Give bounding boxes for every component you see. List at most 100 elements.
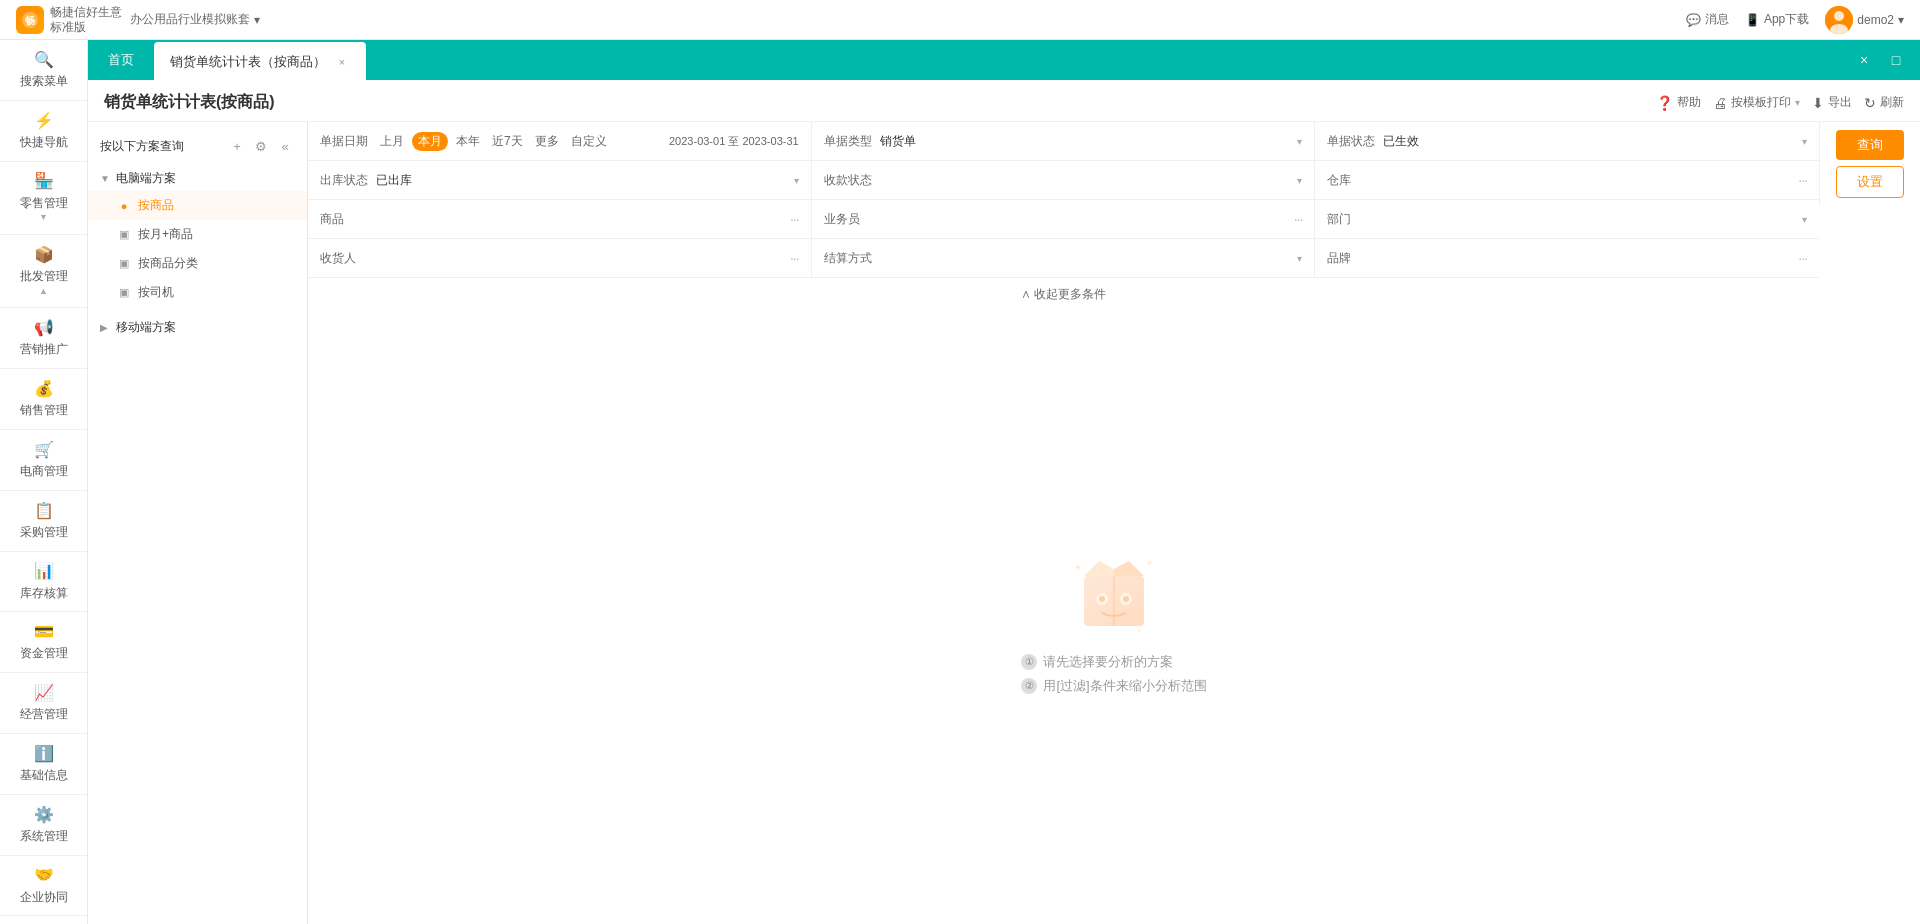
settlement-dropdown-icon[interactable]: ▾ — [1297, 253, 1302, 264]
query-button[interactable]: 查询 — [1836, 130, 1904, 160]
sidebar-item-wholesale[interactable]: 📦 批发管理 ▲ — [0, 235, 87, 308]
app-icon: 📱 — [1745, 13, 1760, 27]
sidebar-item-marketing[interactable]: 📢 营销推广 — [0, 308, 87, 369]
payment-status-dropdown-icon[interactable]: ▾ — [1297, 175, 1302, 186]
svg-point-10 — [1123, 596, 1129, 602]
window-max-btn[interactable]: □ — [1884, 48, 1908, 72]
payment-status-value-area[interactable]: ▾ — [880, 175, 1303, 186]
setting-button[interactable]: 设置 — [1836, 166, 1904, 198]
sidebar-item-operations[interactable]: 📈 经营管理 — [0, 673, 87, 734]
settlement-icons: ▾ — [1297, 253, 1302, 264]
date-prev-month-btn[interactable]: 上月 — [376, 132, 408, 151]
message-btn[interactable]: 💬 消息 — [1686, 11, 1729, 28]
sidebar-item-retail[interactable]: 🏪 零售管理 ▼ — [0, 162, 87, 235]
scheme-group-desktop-header[interactable]: ▼ 电脑端方案 — [88, 166, 307, 191]
dept-value-area[interactable]: ▾ — [1381, 214, 1807, 225]
sidebar-item-finance[interactable]: 💳 资金管理 — [0, 612, 87, 673]
right-area: 单据日期 上月 本月 本年 近7天 更多 自定义 — [308, 122, 1920, 924]
filter-row-2: 出库状态 已出库 ▾ 收款状态 — [308, 161, 1819, 200]
warehouse-status-dropdown-icon[interactable]: ▾ — [794, 175, 799, 186]
tab-close-btn[interactable]: × — [334, 54, 350, 70]
hint2-num: ② — [1021, 678, 1037, 694]
window-close-btn[interactable]: × — [1852, 48, 1876, 72]
settlement-value-area[interactable]: ▾ — [880, 253, 1303, 264]
scheme-item-by-product[interactable]: ● 按商品 — [88, 191, 307, 220]
svg-text:✦: ✦ — [1136, 627, 1142, 634]
brand-more-icon[interactable]: ··· — [1798, 250, 1807, 266]
empty-hint-1: ① 请先选择要分析的方案 — [1021, 653, 1173, 671]
print-icon: 🖨 — [1713, 95, 1727, 111]
industry-dropdown[interactable]: 办公用品行业模拟账套 ▾ — [130, 11, 260, 28]
receiver-more-icon[interactable]: ··· — [790, 250, 799, 266]
goods-icons: ··· — [790, 211, 799, 227]
sidebar-item-procurement[interactable]: 📋 采购管理 — [0, 491, 87, 552]
hint1-text: 请先选择要分析的方案 — [1043, 653, 1173, 671]
export-btn[interactable]: ⬇ 导出 — [1812, 94, 1852, 111]
staff-value-area[interactable]: ··· — [878, 211, 1303, 227]
sidebar-item-inventory[interactable]: 📊 库存核算 — [0, 552, 87, 613]
refresh-btn[interactable]: ↻ 刷新 — [1864, 94, 1904, 111]
collapse-bar[interactable]: ∧ 收起更多条件 — [308, 277, 1819, 311]
filter-actions: 查询 设置 — [1819, 122, 1920, 206]
filter-warehouse-cell: 仓库 ··· — [1315, 161, 1819, 199]
sidebar-item-quick-nav[interactable]: ⚡ 快捷导航 — [0, 101, 87, 162]
brand-value-area[interactable]: ··· — [1381, 250, 1807, 266]
date-recent7-btn[interactable]: 近7天 — [488, 132, 527, 151]
desktop-arrow-icon: ▼ — [100, 173, 112, 184]
scheme-add-btn[interactable]: + — [227, 136, 247, 156]
goods-more-icon[interactable]: ··· — [790, 211, 799, 227]
scheme-settings-btn[interactable]: ⚙ — [251, 136, 271, 156]
ecommerce-icon: 🛒 — [34, 440, 54, 460]
scheme-group-mobile-header[interactable]: ▶ 移动端方案 — [88, 315, 307, 340]
app-download-btn[interactable]: 📱 App下载 — [1745, 11, 1809, 28]
help-btn[interactable]: ❓ 帮助 — [1656, 94, 1701, 111]
warehouse-status-value-area[interactable]: 已出库 ▾ — [376, 172, 799, 189]
filter-rows: 单据日期 上月 本月 本年 近7天 更多 自定义 — [308, 122, 1819, 311]
filter-doc-status-cell: 单据状态 已生效 ▾ — [1315, 122, 1819, 160]
scheme-collapse-btn[interactable]: « — [275, 136, 295, 156]
tab-home[interactable]: 首页 — [88, 40, 154, 80]
filter-payment-status-cell: 收款状态 ▾ — [812, 161, 1316, 199]
warehouse-status-icons: ▾ — [794, 175, 799, 186]
scheme-item-icon-product: ● — [116, 198, 132, 214]
doc-type-value-area[interactable]: 销货单 ▾ — [880, 133, 1303, 150]
logo-icon: 畅 — [16, 6, 44, 34]
marketing-icon: 📢 — [34, 318, 54, 338]
sidebar-item-sales[interactable]: 💰 销售管理 — [0, 369, 87, 430]
date-current-month-btn[interactable]: 本月 — [412, 132, 448, 151]
two-panel: 按以下方案查询 + ⚙ « ▼ 电脑端方案 — [88, 122, 1920, 924]
svg-text:✦: ✦ — [1074, 562, 1082, 573]
doc-status-value-area[interactable]: 已生效 ▾ — [1383, 133, 1807, 150]
sidebar-item-guide[interactable]: 🎯 新手引导 — [0, 916, 87, 924]
filter-dept-cell: 部门 ▾ — [1315, 200, 1819, 238]
print-btn[interactable]: 🖨 按模板打印 ▾ — [1713, 94, 1800, 111]
scheme-header-title: 按以下方案查询 — [100, 138, 184, 155]
date-year-btn[interactable]: 本年 — [452, 132, 484, 151]
scheme-item-by-category[interactable]: ▣ 按商品分类 — [88, 249, 307, 278]
warehouse-more-icon[interactable]: ··· — [1798, 172, 1807, 188]
date-range-value: 2023-03-01 至 2023-03-31 — [669, 134, 799, 149]
scheme-group-desktop: ▼ 电脑端方案 ● 按商品 ▣ 按月+商品 ▣ — [88, 162, 307, 311]
filter-warehouse-status-cell: 出库状态 已出库 ▾ — [308, 161, 812, 199]
goods-value-area[interactable]: ··· — [374, 211, 799, 227]
scheme-item-by-month-product[interactable]: ▣ 按月+商品 — [88, 220, 307, 249]
date-more-btn[interactable]: 更多 — [531, 132, 563, 151]
doc-status-dropdown-icon[interactable]: ▾ — [1802, 136, 1807, 147]
date-custom-btn[interactable]: 自定义 — [567, 132, 611, 151]
sidebar-item-ecommerce[interactable]: 🛒 电商管理 — [0, 430, 87, 491]
doc-status-icons: ▾ — [1802, 136, 1807, 147]
user-menu[interactable]: demo2 ▾ — [1825, 6, 1904, 34]
staff-more-icon[interactable]: ··· — [1294, 211, 1303, 227]
sidebar-item-enterprise[interactable]: 🤝 企业协同 — [0, 856, 87, 917]
warehouse-value-area[interactable]: ··· — [1381, 172, 1807, 188]
scheme-item-by-driver[interactable]: ▣ 按司机 — [88, 278, 307, 307]
page-header-row: 销货单统计计表(按商品) ❓ 帮助 🖨 按模板打印 ▾ ⬇ 导出 — [88, 80, 1920, 122]
tab-current-page[interactable]: 销货单统计计表（按商品） × — [154, 42, 366, 82]
dept-dropdown-icon[interactable]: ▾ — [1802, 214, 1807, 225]
sidebar-item-system[interactable]: ⚙️ 系统管理 — [0, 795, 87, 856]
sidebar-item-search-menu[interactable]: 🔍 搜索菜单 — [0, 40, 87, 101]
doc-type-dropdown-icon[interactable]: ▾ — [1297, 136, 1302, 147]
help-icon: ❓ — [1656, 95, 1673, 111]
sidebar-item-basic-info[interactable]: ℹ️ 基础信息 — [0, 734, 87, 795]
receiver-value-area[interactable]: ··· — [374, 250, 799, 266]
